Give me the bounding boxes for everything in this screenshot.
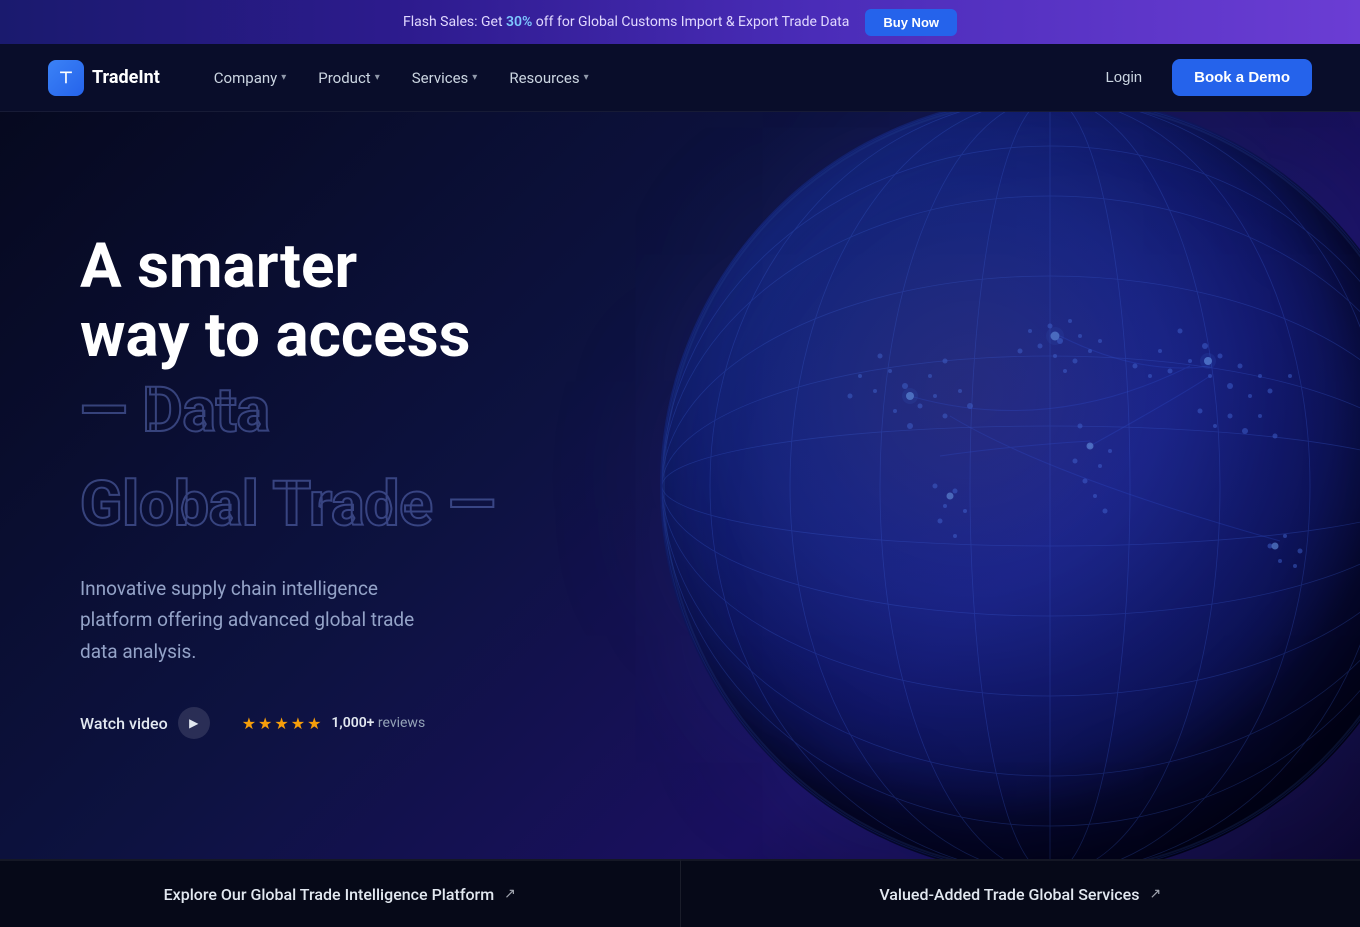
chevron-down-icon: ▾ [472, 72, 477, 83]
bottom-bar-item-services[interactable]: Valued-Added Trade Global Services ↗ [681, 859, 1360, 927]
nav-right: Login Book a Demo [1091, 59, 1312, 96]
buy-now-button[interactable]: Buy Now [865, 9, 957, 36]
chevron-down-icon: ▾ [281, 72, 286, 83]
reviews: ★ ★ ★ ★ ★ 1,000+ reviews [242, 714, 426, 733]
nav-item-services[interactable]: Services ▾ [398, 61, 492, 95]
arrow-icon: ↗ [1149, 886, 1161, 902]
hero-section: A smarter way to access — Data Global Tr… [0, 112, 1360, 859]
star-2: ★ [258, 714, 272, 733]
nav-item-product[interactable]: Product ▾ [304, 61, 393, 95]
hero-actions: Watch video ▶ ★ ★ ★ ★ ★ 1,000+ reviews [80, 707, 495, 739]
bottom-bar: Explore Our Global Trade Intelligence Pl… [0, 859, 1360, 927]
logo-icon: ⊤ [48, 60, 84, 96]
chevron-down-icon: ▾ [584, 72, 589, 83]
nav-item-company[interactable]: Company ▾ [200, 61, 300, 95]
flash-text: Flash Sales: Get 30% off for Global Cust… [403, 14, 849, 30]
chevron-down-icon: ▾ [375, 72, 380, 83]
globe-container [660, 112, 1360, 859]
review-text: 1,000+ reviews [331, 715, 425, 731]
nav-links: Company ▾ Product ▾ Services ▾ Resources… [200, 61, 603, 95]
animated-words: — Data [80, 371, 270, 451]
login-button[interactable]: Login [1091, 61, 1156, 94]
globe-svg [660, 112, 1360, 859]
book-demo-button[interactable]: Book a Demo [1172, 59, 1312, 96]
globe [660, 112, 1360, 859]
watch-video-button[interactable]: Watch video ▶ [80, 707, 210, 739]
word-global-trade: Global Trade — [80, 468, 495, 541]
word-data: — Data [80, 371, 270, 451]
hero-subtitle: Innovative supply chain intelligence pla… [80, 573, 495, 667]
word-slide: — Data [80, 371, 270, 451]
play-icon: ▶ [178, 707, 210, 739]
arrow-icon: ↗ [504, 886, 516, 902]
star-4: ★ [291, 714, 305, 733]
nav-left: ⊤ TradeInt Company ▾ Product ▾ Services … [48, 60, 603, 96]
bottom-bar-item-platform[interactable]: Explore Our Global Trade Intelligence Pl… [0, 859, 681, 927]
hero-content: A smarter way to access — Data Global Tr… [0, 152, 575, 819]
logo[interactable]: ⊤ TradeInt [48, 60, 160, 96]
stars: ★ ★ ★ ★ ★ [242, 714, 322, 733]
star-1: ★ [242, 714, 256, 733]
star-5: ★ [307, 714, 321, 733]
navbar: ⊤ TradeInt Company ▾ Product ▾ Services … [0, 44, 1360, 112]
logo-text: TradeInt [92, 67, 160, 88]
flash-highlight: 30% [506, 14, 532, 30]
hero-title: A smarter way to access — Data Global Tr… [80, 232, 495, 545]
flash-banner: Flash Sales: Get 30% off for Global Cust… [0, 0, 1360, 44]
star-3: ★ [274, 714, 288, 733]
nav-item-resources[interactable]: Resources ▾ [495, 61, 602, 95]
